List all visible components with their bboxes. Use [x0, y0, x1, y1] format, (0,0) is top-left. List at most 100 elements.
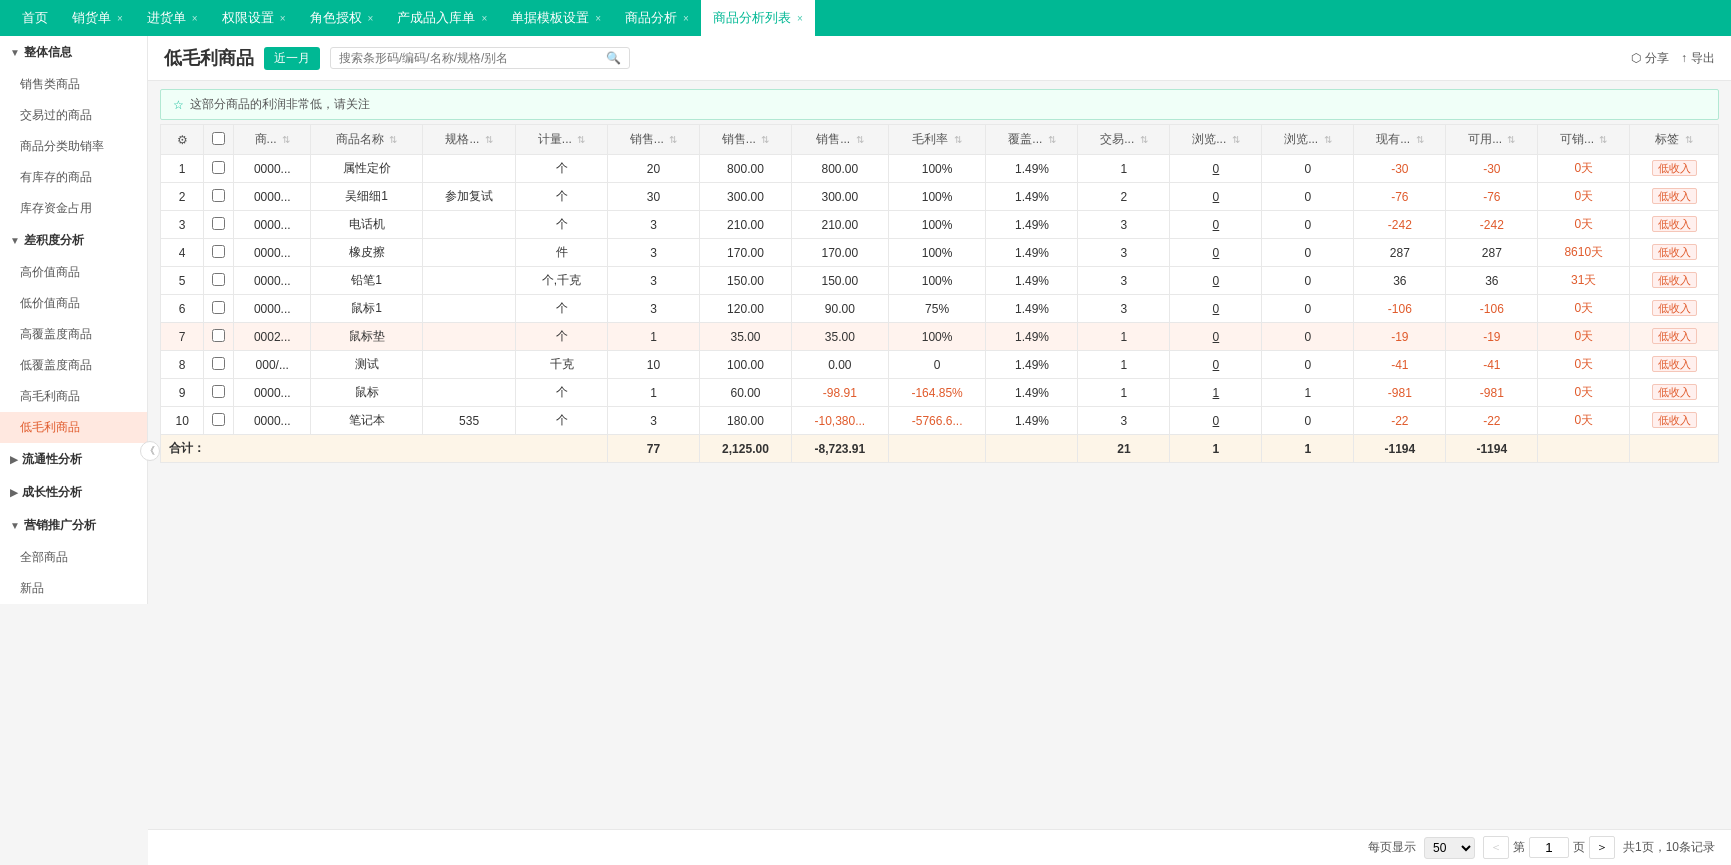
row-current-stock: -981 — [1354, 379, 1446, 407]
row-available-stock: 36 — [1446, 267, 1538, 295]
sidebar-item-全部商品[interactable]: 全部商品 — [0, 542, 147, 573]
checkbox-col[interactable] — [204, 125, 234, 155]
row-checkbox[interactable] — [212, 273, 225, 286]
row-checkbox[interactable] — [212, 413, 225, 426]
nav-item-进货单[interactable]: 进货单× — [135, 0, 210, 36]
row-checkbox[interactable] — [212, 329, 225, 342]
sidebar-group-流通性分析[interactable]: ▶流通性分析 — [0, 443, 147, 476]
page-summary: 共1页，10条记录 — [1623, 839, 1715, 856]
row-code: 000/... — [234, 351, 311, 379]
footer-views1: 1 — [1170, 435, 1262, 463]
row-name: 橡皮擦 — [311, 239, 423, 267]
row-checkbox[interactable] — [212, 161, 225, 174]
chevron-icon: ▶ — [10, 487, 18, 498]
row-no: 3 — [161, 211, 204, 239]
row-transaction: 1 — [1078, 379, 1170, 407]
row-gross-margin: 75% — [888, 295, 986, 323]
sidebar-item-库存资金占用[interactable]: 库存资金占用 — [0, 193, 147, 224]
sidebar-item-低覆盖度商品[interactable]: 低覆盖度商品 — [0, 350, 147, 381]
row-no: 9 — [161, 379, 204, 407]
nav-item-权限设置[interactable]: 权限设置× — [210, 0, 298, 36]
filter-button[interactable]: 近一月 — [264, 47, 320, 70]
sidebar-item-销售类商品[interactable]: 销售类商品 — [0, 69, 147, 100]
content-header: 低毛利商品 近一月 🔍 ⬡ 分享 ↑ 导出 — [148, 36, 1731, 81]
row-sales-amount: 120.00 — [699, 295, 791, 323]
select-all-checkbox[interactable] — [212, 132, 225, 145]
row-checkbox[interactable] — [212, 189, 225, 202]
row-sales-qty: 20 — [608, 155, 700, 183]
row-checkbox[interactable] — [212, 245, 225, 258]
sidebar-item-交易过的商品[interactable]: 交易过的商品 — [0, 100, 147, 131]
nav-item-角色授权[interactable]: 角色授权× — [298, 0, 386, 36]
row-gross-margin: -5766.6... — [888, 407, 986, 435]
sidebar-group-成长性分析[interactable]: ▶成长性分析 — [0, 476, 147, 509]
sidebar-item-高毛利商品[interactable]: 高毛利商品 — [0, 381, 147, 412]
sidebar-collapse-button[interactable]: 《 — [140, 441, 160, 461]
row-checkbox[interactable] — [212, 357, 225, 370]
row-gross-margin: 0 — [888, 351, 986, 379]
row-views1: 0 — [1170, 155, 1262, 183]
sidebar-item-高价值商品[interactable]: 高价值商品 — [0, 257, 147, 288]
row-code: 0000... — [234, 183, 311, 211]
nav-item-首页[interactable]: 首页 — [10, 0, 60, 36]
page-input[interactable] — [1529, 837, 1569, 858]
nav-item-商品分析[interactable]: 商品分析× — [613, 0, 701, 36]
row-checkbox[interactable] — [212, 301, 225, 314]
row-gross-margin: 100% — [888, 267, 986, 295]
search-icon[interactable]: 🔍 — [606, 51, 621, 65]
row-checkbox[interactable] — [212, 385, 225, 398]
row-views2: 0 — [1262, 211, 1354, 239]
nav-item-销货单[interactable]: 销货单× — [60, 0, 135, 36]
nav-item-商品分析列表[interactable]: 商品分析列表× — [701, 0, 815, 36]
row-checkbox-cell — [204, 379, 234, 407]
table-row: 3 0000... 电话机 个 3 210.00 210.00 100% 1.4… — [161, 211, 1719, 239]
sidebar-item-低价值商品[interactable]: 低价值商品 — [0, 288, 147, 319]
sidebar-item-新品[interactable]: 新品 — [0, 573, 147, 604]
row-views1: 0 — [1170, 407, 1262, 435]
close-icon[interactable]: × — [683, 13, 689, 24]
nav-item-产成品入库单[interactable]: 产成品入库单× — [385, 0, 499, 36]
share-button[interactable]: ⬡ 分享 — [1631, 50, 1669, 67]
row-saleable-days: 0天 — [1538, 351, 1630, 379]
close-icon[interactable]: × — [595, 13, 601, 24]
close-icon[interactable]: × — [280, 13, 286, 24]
footer-sales-qty: 77 — [608, 435, 700, 463]
row-transaction: 3 — [1078, 407, 1170, 435]
export-button[interactable]: ↑ 导出 — [1681, 50, 1715, 67]
table-header: ⚙ 商... ⇅ 商品名称 ⇅ 规格... ⇅ 计量... ⇅ 销售... ⇅ … — [161, 125, 1719, 155]
sidebar-group-营销推广分析[interactable]: ▼营销推广分析 — [0, 509, 147, 542]
close-icon[interactable]: × — [368, 13, 374, 24]
close-icon[interactable]: × — [481, 13, 487, 24]
row-sales-amount: 180.00 — [699, 407, 791, 435]
row-available-stock: -106 — [1446, 295, 1538, 323]
per-page-select[interactable]: 50 100 200 — [1424, 837, 1475, 859]
footer-row: 合计： 77 2,125.00 -8,723.91 21 1 1 -1194 -… — [161, 435, 1719, 463]
close-icon[interactable]: × — [192, 13, 198, 24]
sidebar: ▼整体信息销售类商品交易过的商品商品分类助销率有库存的商品库存资金占用▼差积度分… — [0, 36, 148, 604]
nav-item-单据模板设置[interactable]: 单据模板设置× — [499, 0, 613, 36]
sidebar-item-有库存的商品[interactable]: 有库存的商品 — [0, 162, 147, 193]
sidebar-group-差积度分析[interactable]: ▼差积度分析 — [0, 224, 147, 257]
row-checkbox-cell — [204, 295, 234, 323]
sidebar-group-整体信息[interactable]: ▼整体信息 — [0, 36, 147, 69]
prev-page-button[interactable]: ＜ — [1483, 836, 1509, 859]
row-tag: 低收入 — [1630, 295, 1719, 323]
sidebar-item-商品分类助销率[interactable]: 商品分类助销率 — [0, 131, 147, 162]
close-icon[interactable]: × — [117, 13, 123, 24]
settings-col[interactable]: ⚙ — [161, 125, 204, 155]
close-icon[interactable]: × — [797, 13, 803, 24]
row-tag: 低收入 — [1630, 211, 1719, 239]
sidebar-item-低毛利商品[interactable]: 低毛利商品 — [0, 412, 147, 443]
row-views1: 0 — [1170, 295, 1262, 323]
search-input[interactable] — [339, 51, 606, 65]
col-current-stock: 现有... ⇅ — [1354, 125, 1446, 155]
row-current-stock: -41 — [1354, 351, 1446, 379]
data-table: ⚙ 商... ⇅ 商品名称 ⇅ 规格... ⇅ 计量... ⇅ 销售... ⇅ … — [160, 124, 1719, 463]
sidebar-item-高覆盖度商品[interactable]: 高覆盖度商品 — [0, 319, 147, 350]
row-name: 属性定价 — [311, 155, 423, 183]
row-sales-qty: 3 — [608, 267, 700, 295]
row-checkbox[interactable] — [212, 217, 225, 230]
next-page-button[interactable]: ＞ — [1589, 836, 1615, 859]
search-box: 🔍 — [330, 47, 630, 69]
row-checkbox-cell — [204, 323, 234, 351]
